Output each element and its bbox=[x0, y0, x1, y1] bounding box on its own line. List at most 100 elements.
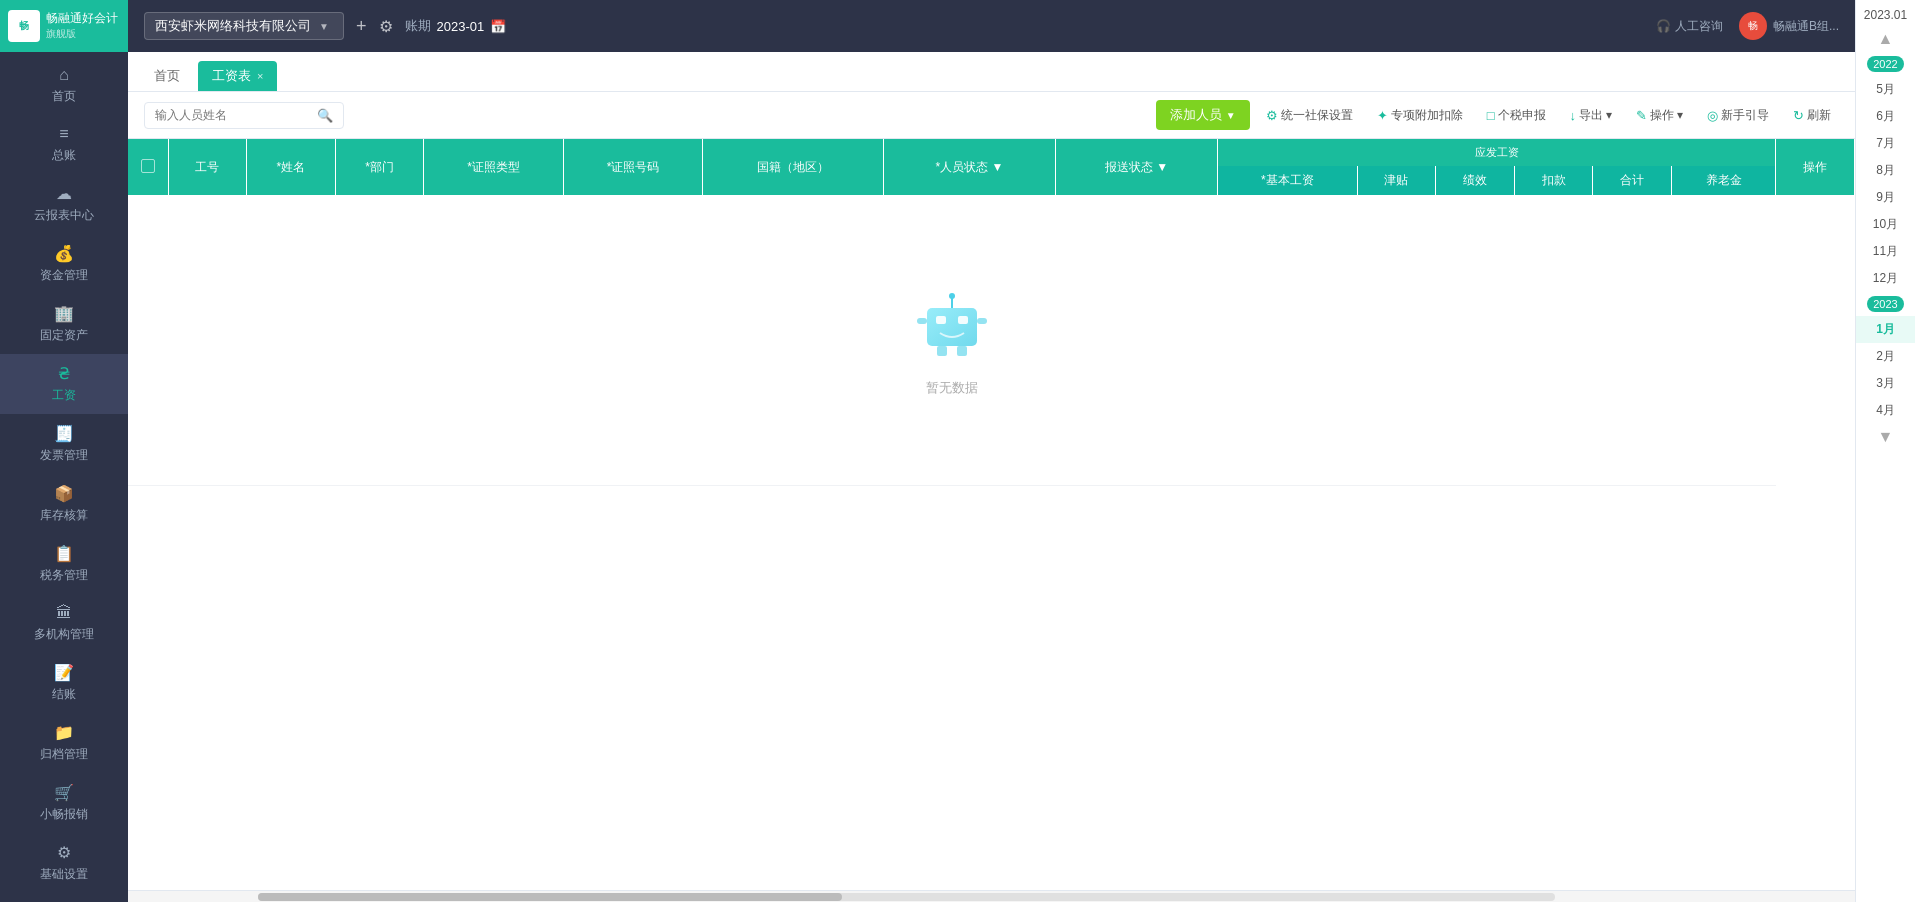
tab-payroll-label: 工资表 bbox=[212, 67, 251, 85]
refresh-button[interactable]: ↻ 刷新 bbox=[1785, 103, 1839, 128]
scrollbar-thumb[interactable] bbox=[258, 893, 842, 901]
user-profile[interactable]: 畅 畅融通B组... bbox=[1739, 12, 1839, 40]
sidebar-nav: ⌂ 首页 ≡ 总账 ☁ 云报表中心 💰 资金管理 🏢 固定资产 ₴ 工资 🧾 发… bbox=[0, 52, 128, 902]
company-selector[interactable]: 西安虾米网络科技有限公司 ▼ bbox=[144, 12, 344, 40]
sidebar-item-inventory[interactable]: 📦 库存核算 bbox=[0, 474, 128, 534]
svg-rect-6 bbox=[977, 318, 987, 324]
panel-up-button[interactable]: ▲ bbox=[1874, 26, 1898, 52]
tab-home-label: 首页 bbox=[154, 67, 180, 85]
select-all-checkbox[interactable] bbox=[141, 159, 155, 173]
th-empno: 工号 bbox=[168, 139, 247, 195]
sidebar-item-invoice[interactable]: 🧾 发票管理 bbox=[0, 414, 128, 474]
month-2023-4[interactable]: 4月 bbox=[1856, 397, 1915, 424]
deduction-button[interactable]: ✦ 专项附加扣除 bbox=[1369, 103, 1471, 128]
sidebar-item-guide[interactable]: 🎯 新手引导 bbox=[0, 893, 128, 902]
company-settings-button[interactable]: ⚙ bbox=[379, 17, 393, 36]
payroll-table: 工号 *姓名 *部门 *证照类型 *证照号码 国籍（地区） bbox=[128, 139, 1855, 486]
month-2022-12[interactable]: 12月 bbox=[1856, 265, 1915, 292]
sidebar-item-expense[interactable]: 🛒 小畅报销 bbox=[0, 773, 128, 833]
export-button[interactable]: ↓ 导出 ▾ bbox=[1562, 103, 1621, 128]
sidebar-item-label: 多机构管理 bbox=[34, 626, 94, 643]
month-2022-6[interactable]: 6月 bbox=[1856, 103, 1915, 130]
month-2023-1[interactable]: 1月 bbox=[1856, 316, 1915, 343]
sidebar-item-finance[interactable]: 💰 资金管理 bbox=[0, 234, 128, 294]
sidebar-item-label: 发票管理 bbox=[40, 447, 88, 464]
add-employee-button[interactable]: 添加人员 ▼ bbox=[1156, 100, 1250, 130]
search-icon[interactable]: 🔍 bbox=[317, 108, 333, 123]
add-caret-icon: ▼ bbox=[1226, 110, 1236, 121]
status-filter-icon[interactable]: ▼ bbox=[992, 160, 1004, 174]
table-container: 工号 *姓名 *部门 *证照类型 *证照号码 国籍（地区） bbox=[128, 139, 1855, 890]
sidebar-item-settings[interactable]: ⚙ 基础设置 bbox=[0, 833, 128, 893]
operation-button[interactable]: ✎ 操作 ▾ bbox=[1628, 103, 1691, 128]
sidebar-item-label: 工资 bbox=[52, 387, 76, 404]
svg-point-4 bbox=[949, 293, 955, 299]
social-insurance-button[interactable]: ⚙ 统一社保设置 bbox=[1258, 103, 1361, 128]
tab-close-icon[interactable]: × bbox=[257, 70, 263, 82]
month-2022-8[interactable]: 8月 bbox=[1856, 157, 1915, 184]
sidebar-item-payroll[interactable]: ₴ 工资 bbox=[0, 354, 128, 414]
sidebar-item-multi-org[interactable]: 🏛 多机构管理 bbox=[0, 594, 128, 653]
archive-icon: 📁 bbox=[54, 723, 74, 742]
svg-rect-8 bbox=[957, 346, 967, 356]
tab-payroll[interactable]: 工资表 × bbox=[198, 61, 277, 91]
close-books-icon: 📝 bbox=[54, 663, 74, 682]
sidebar-item-label: 基础设置 bbox=[40, 866, 88, 883]
assets-icon: 🏢 bbox=[54, 304, 74, 323]
avatar: 畅 bbox=[1739, 12, 1767, 40]
sidebar-item-label: 首页 bbox=[52, 88, 76, 105]
month-2022-9[interactable]: 9月 bbox=[1856, 184, 1915, 211]
app-logo: 畅 畅融通好会计 旗舰版 bbox=[0, 0, 128, 52]
sidebar-item-label: 小畅报销 bbox=[40, 806, 88, 823]
service-button[interactable]: 🎧 人工咨询 bbox=[1656, 18, 1723, 35]
company-dropdown-icon: ▼ bbox=[319, 21, 329, 32]
add-company-button[interactable]: + bbox=[356, 16, 367, 37]
month-2023-2[interactable]: 2月 bbox=[1856, 343, 1915, 370]
tab-home[interactable]: 首页 bbox=[140, 61, 194, 91]
panel-down-button[interactable]: ▼ bbox=[1874, 424, 1898, 450]
year-2022-label[interactable]: 2022 bbox=[1867, 56, 1903, 72]
sidebar-item-home[interactable]: ⌂ 首页 bbox=[0, 56, 128, 115]
th-nationality: 国籍（地区） bbox=[703, 139, 884, 195]
panel-period-header: 2023.01 bbox=[1856, 4, 1915, 26]
deduction-label: 专项附加扣除 bbox=[1391, 107, 1463, 124]
operation-caret-icon: ▾ bbox=[1677, 108, 1683, 122]
period-value: 2023-01 bbox=[437, 19, 485, 34]
table-scrollbar bbox=[128, 890, 1855, 902]
add-employee-label: 添加人员 bbox=[1170, 106, 1222, 124]
payroll-icon: ₴ bbox=[58, 364, 70, 383]
search-input[interactable] bbox=[155, 108, 311, 122]
sidebar-item-tax[interactable]: 📋 税务管理 bbox=[0, 534, 128, 594]
tax-icon: 📋 bbox=[54, 544, 74, 563]
month-2022-5[interactable]: 5月 bbox=[1856, 76, 1915, 103]
scrollbar-track[interactable] bbox=[258, 893, 1555, 901]
sidebar-item-archive[interactable]: 📁 归档管理 bbox=[0, 713, 128, 773]
month-2022-10[interactable]: 10月 bbox=[1856, 211, 1915, 238]
calendar-icon[interactable]: 📅 bbox=[490, 19, 506, 34]
invoice-icon: 🧾 bbox=[54, 424, 74, 443]
guide-button[interactable]: ◎ 新手引导 bbox=[1699, 103, 1777, 128]
ledger-icon: ≡ bbox=[59, 125, 68, 143]
sidebar-item-close[interactable]: 📝 结账 bbox=[0, 653, 128, 713]
export-label: 导出 bbox=[1579, 107, 1603, 124]
logo-icon: 畅 bbox=[8, 10, 40, 42]
right-panel: 2023.01 ▲ 2022 5月 6月 7月 8月 9月 10月 11月 12… bbox=[1855, 0, 1915, 902]
operation-icon: ✎ bbox=[1636, 108, 1647, 123]
empty-state: 暂无数据 bbox=[134, 203, 1770, 477]
th-id-type: *证照类型 bbox=[424, 139, 564, 195]
sidebar-item-ledger[interactable]: ≡ 总账 bbox=[0, 115, 128, 174]
month-2023-3[interactable]: 3月 bbox=[1856, 370, 1915, 397]
month-2022-7[interactable]: 7月 bbox=[1856, 130, 1915, 157]
sidebar-item-label: 结账 bbox=[52, 686, 76, 703]
sidebar-item-assets[interactable]: 🏢 固定资产 bbox=[0, 294, 128, 354]
th-performance: 绩效 bbox=[1436, 166, 1515, 195]
report-filter-icon[interactable]: ▼ bbox=[1156, 160, 1168, 174]
period-display: 账期 2023-01 📅 bbox=[405, 17, 507, 35]
tax-declare-label: 个税申报 bbox=[1498, 107, 1546, 124]
year-2023-label[interactable]: 2023 bbox=[1867, 296, 1903, 312]
tax-declare-button[interactable]: □ 个税申报 bbox=[1479, 103, 1554, 128]
export-caret-icon: ▾ bbox=[1606, 108, 1612, 122]
month-2022-11[interactable]: 11月 bbox=[1856, 238, 1915, 265]
operation-label: 操作 bbox=[1650, 107, 1674, 124]
sidebar-item-cloud[interactable]: ☁ 云报表中心 bbox=[0, 174, 128, 234]
